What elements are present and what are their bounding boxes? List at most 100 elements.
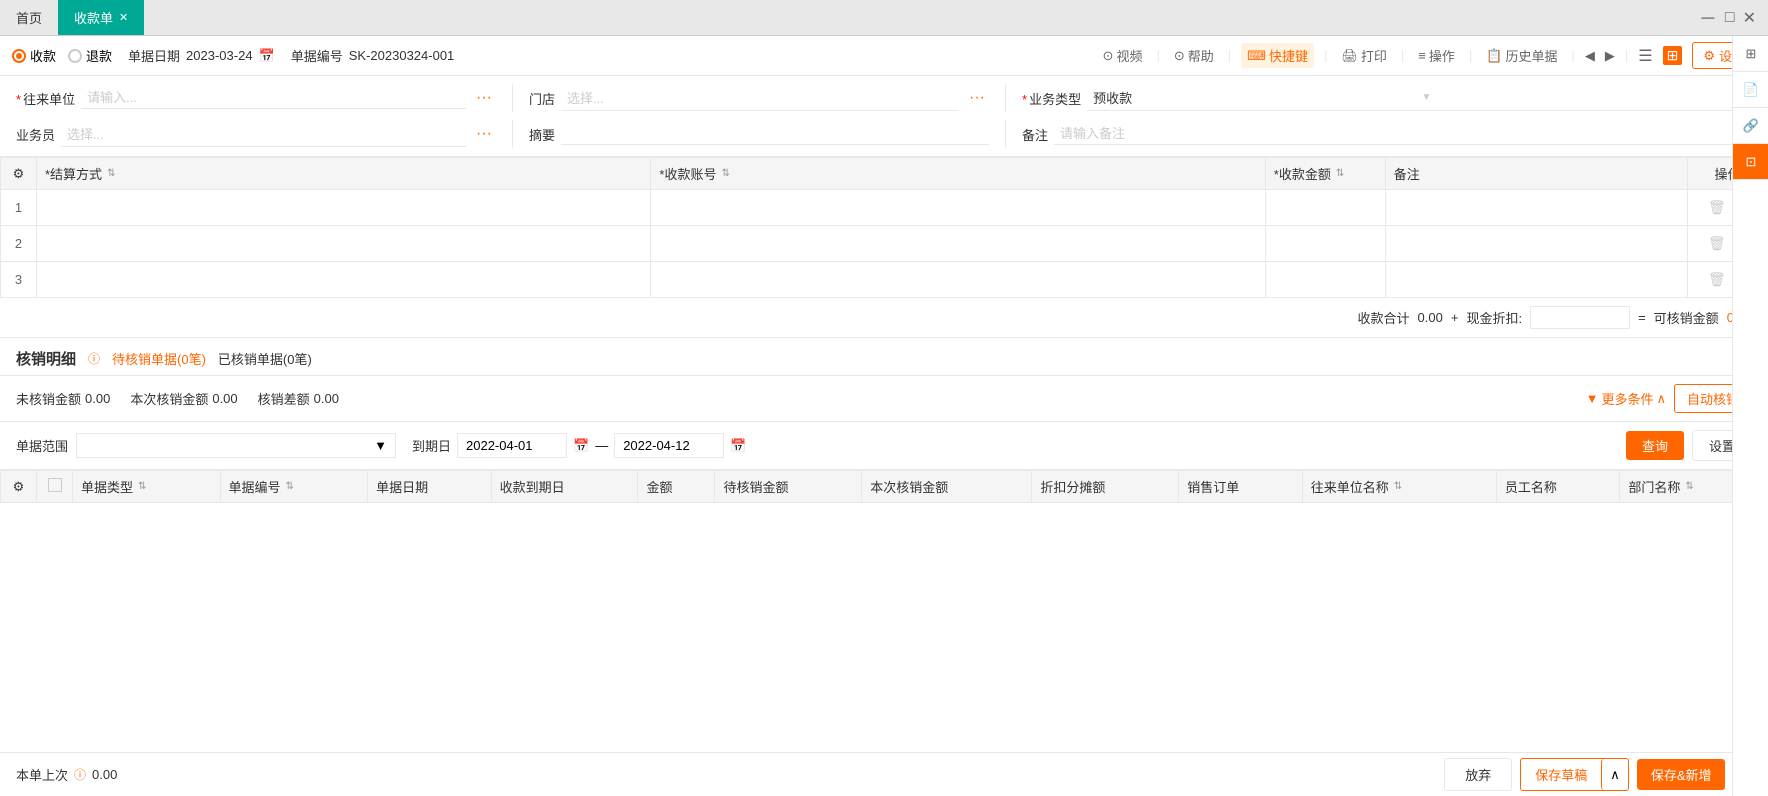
row-amount-1[interactable] [1265, 190, 1385, 226]
abandon-button[interactable]: 放弃 [1444, 758, 1512, 791]
net-label: 可核销金额 [1654, 308, 1719, 327]
date-from-input[interactable] [457, 433, 567, 458]
save-draft-group: 保存草稿 ∧ [1520, 758, 1629, 791]
partner-more-icon[interactable]: ··· [472, 89, 496, 107]
table-row: 2 🗑 ⊕ [1, 226, 1768, 262]
restore-icon[interactable]: □ [1725, 9, 1735, 27]
save-draft-button[interactable]: 保存草稿 [1521, 759, 1601, 790]
tab-receipt-label: 收款单 [74, 8, 113, 27]
right-panel-table-icon[interactable]: ⊞ [1733, 36, 1768, 72]
number-label: 单据编号 [291, 46, 343, 65]
bottom-left: 本单上次 ⓘ 0.00 [16, 765, 117, 784]
delete-icon2[interactable]: 🗑 [1708, 235, 1726, 251]
link-icon: 🔗 [1743, 118, 1759, 134]
range-dropdown[interactable]: ▼ [76, 433, 396, 458]
tab-receipt[interactable]: 收款单 ✕ [58, 0, 144, 35]
right-panel: ⊞ 📄 🔗 ⊡ [1732, 36, 1768, 796]
more-conditions-btn[interactable]: ▼ 更多条件 ∧ [1586, 389, 1666, 408]
nav-next-icon[interactable]: ▶ [1605, 48, 1615, 64]
nav-prev-icon[interactable]: ◀ [1585, 48, 1595, 64]
staff-more-icon[interactable]: ··· [472, 125, 496, 143]
shop-more-icon[interactable]: ··· [965, 89, 989, 107]
query-button[interactable]: 查询 [1626, 431, 1684, 460]
row-note-1[interactable] [1385, 190, 1687, 226]
calendar-icon[interactable]: 📅 [259, 48, 275, 64]
pending-tab[interactable]: 待核销单据(0笔) [112, 349, 206, 368]
print-icon: 🖨 [1341, 48, 1358, 64]
current-stat: 本次核销金额 0.00 [130, 389, 237, 408]
dth-settings[interactable]: ⚙ [1, 471, 37, 503]
row-payment-3[interactable] [37, 262, 651, 298]
date-value[interactable]: 2023-03-24 [186, 48, 253, 63]
main-wrapper: 收款 退款 单据日期 2023-03-24 📅 单据编号 SK-20230324… [0, 36, 1768, 796]
row-amount-3[interactable] [1265, 262, 1385, 298]
history-icon: 📋 [1486, 48, 1502, 64]
date-field: 单据日期 2023-03-24 📅 [128, 46, 275, 65]
save-draft-arrow-button[interactable]: ∧ [1601, 759, 1628, 790]
row-account-3[interactable] [651, 262, 1265, 298]
action-shortcut[interactable]: ⌨ 快捷键 [1241, 43, 1314, 68]
tab-home-label: 首页 [16, 8, 42, 27]
th-amount: *收款金额 ⇅ [1265, 158, 1385, 190]
delete-icon[interactable]: 🗑 [1708, 199, 1726, 215]
tab-receipt-close[interactable]: ✕ [119, 11, 128, 24]
equal-label: = [1638, 310, 1646, 325]
note-input[interactable] [1054, 123, 1752, 145]
number-value[interactable]: SK-20230324-001 [349, 48, 455, 63]
action-video[interactable]: ⊙ 视频 [1099, 44, 1147, 67]
uncleared-stat: 未核销金额 0.00 [16, 389, 110, 408]
summary-input[interactable] [561, 123, 989, 145]
row-payment-1[interactable] [37, 190, 651, 226]
discount-label: 现金折扣: [1466, 308, 1522, 327]
filter-row: 单据范围 ▼ 到期日 📅 — 📅 查询 设置 [0, 422, 1768, 470]
right-panel-doc-icon[interactable]: 📄 [1733, 72, 1768, 108]
minimize-icon[interactable]: － [1699, 5, 1717, 31]
last-order-value: 0.00 [92, 767, 117, 782]
layout-icon[interactable]: ☰ [1638, 46, 1652, 66]
form-section: *往来单位 ··· 门店 选择... ··· *业务类型 预收款 ▼ [0, 76, 1768, 157]
row-account-1[interactable] [651, 190, 1265, 226]
shop-select[interactable]: 选择... [561, 85, 959, 111]
delete-icon3[interactable]: 🗑 [1708, 271, 1726, 287]
sort-docnum-icon: ⇅ [286, 481, 294, 492]
save-new-button[interactable]: 保存&新增 [1637, 759, 1726, 790]
row-payment-2[interactable] [37, 226, 651, 262]
layout-icon2[interactable]: ⊞ [1663, 46, 1683, 65]
th-account: *收款账号 ⇅ [651, 158, 1265, 190]
gear-icon: ⚙ [1703, 48, 1715, 64]
action-operate[interactable]: ≡ 操作 [1414, 44, 1459, 67]
right-panel-link-icon[interactable]: 🔗 [1733, 108, 1768, 144]
action-help[interactable]: ⊙ 帮助 [1170, 44, 1218, 67]
radio-refund[interactable]: 退款 [68, 46, 112, 65]
radio-receipt[interactable]: 收款 [12, 46, 56, 65]
action-print[interactable]: 🖨 打印 [1337, 44, 1391, 67]
receipt-table-section: ⚙ *结算方式 ⇅ *收款账号 ⇅ [0, 157, 1768, 298]
calendar-to-icon[interactable]: 📅 [730, 438, 746, 454]
tab-home[interactable]: 首页 [0, 0, 58, 35]
document-icon: 📄 [1743, 82, 1759, 98]
keyboard-icon: ⌨ [1247, 48, 1266, 64]
info-icon: ⓘ [88, 350, 100, 367]
tab-bar-right: － □ ✕ [1699, 5, 1768, 31]
right-panel-screenshot-icon[interactable]: ⊡ [1733, 144, 1768, 180]
date-to-input[interactable] [614, 433, 724, 458]
filter-icon: ▼ [1586, 391, 1599, 406]
row-account-2[interactable] [651, 226, 1265, 262]
calendar-from-icon[interactable]: 📅 [573, 438, 589, 454]
partner-input[interactable] [81, 87, 466, 109]
th-settings[interactable]: ⚙ [1, 158, 37, 190]
stats-right: ▼ 更多条件 ∧ 自动核销 [1586, 384, 1752, 413]
row-note-3[interactable] [1385, 262, 1687, 298]
row-amount-2[interactable] [1265, 226, 1385, 262]
row-note-2[interactable] [1385, 226, 1687, 262]
range-select: 单据范围 ▼ [16, 433, 396, 458]
staff-select[interactable]: 选择... [61, 121, 466, 147]
dth-doc-type: 单据类型 ⇅ [73, 471, 221, 503]
biztype-select[interactable]: 预收款 ▼ [1087, 85, 1752, 111]
last-order-info-icon[interactable]: ⓘ [74, 766, 86, 783]
done-tab[interactable]: 已核销单据(0笔) [218, 349, 312, 368]
close-window-icon[interactable]: ✕ [1743, 8, 1756, 28]
action-history[interactable]: 📋 历史单据 [1482, 44, 1561, 67]
discount-input[interactable] [1530, 306, 1630, 329]
dth-checkbox[interactable] [37, 471, 73, 503]
